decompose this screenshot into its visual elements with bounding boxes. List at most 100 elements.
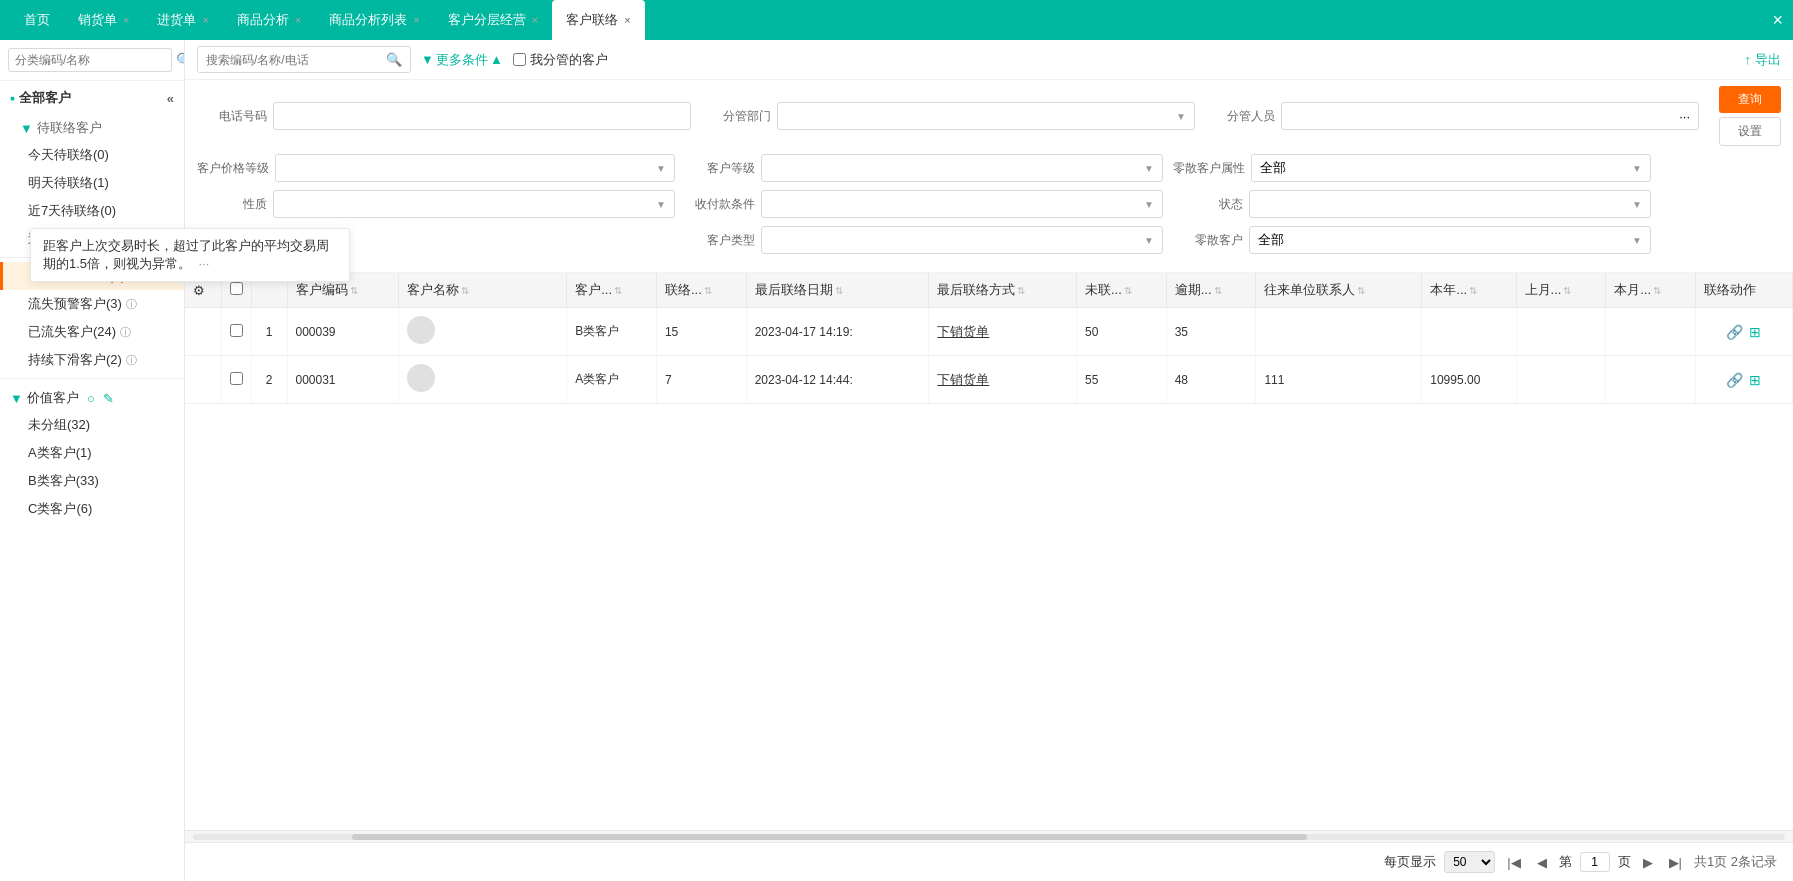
sidebar-item-declining[interactable]: 持续下滑客户(2) ⓘ	[0, 346, 184, 374]
sidebar-item-a-class[interactable]: A类客户(1)	[0, 439, 184, 467]
chevron-down-icon: ▼	[1144, 163, 1154, 174]
export-icon: ↑	[1745, 52, 1752, 67]
close-icon[interactable]: ×	[413, 14, 419, 26]
sidebar-search-input[interactable]	[8, 48, 172, 72]
cell-settings	[185, 308, 221, 356]
close-icon[interactable]: ×	[624, 14, 630, 26]
customer-type-select[interactable]: ▼	[761, 226, 1163, 254]
cell-num: 2	[251, 356, 287, 404]
query-button[interactable]: 查询	[1719, 86, 1781, 113]
next-page-button[interactable]: ▶	[1639, 853, 1657, 872]
sidebar-all-customers[interactable]: ▪ 全部客户 «	[0, 81, 184, 115]
sidebar-item-churned[interactable]: 已流失客户(24) ⓘ	[0, 318, 184, 346]
cell-last-date: 2023-04-12 14:44:	[746, 356, 929, 404]
row-checkbox[interactable]	[230, 372, 243, 385]
search-button[interactable]: 🔍	[378, 47, 410, 72]
customer-grade-select[interactable]: ▼	[761, 154, 1163, 182]
search-input[interactable]	[198, 48, 378, 72]
retail-attr-select[interactable]: 全部 ▼	[1251, 154, 1651, 182]
phone-input[interactable]	[273, 102, 691, 130]
avatar	[407, 364, 435, 392]
scroll-thumb[interactable]	[352, 834, 1307, 840]
sidebar-item-c-class[interactable]: C类客户(6)	[0, 495, 184, 523]
col-last-month: 上月... ⇅	[1516, 273, 1606, 308]
sidebar-item-tomorrow[interactable]: 明天待联络(1)	[0, 169, 184, 197]
cell-this-month	[1606, 356, 1696, 404]
cell-this-year	[1422, 308, 1516, 356]
nature-select[interactable]: ▼	[273, 190, 675, 218]
chevron-down-icon: ▲	[490, 52, 503, 67]
my-customers-checkbox-label[interactable]: 我分管的客户	[513, 51, 608, 69]
nav-item-customer-contact[interactable]: 客户联络 ×	[552, 0, 644, 40]
sidebar-item-today[interactable]: 今天待联络(0)	[0, 141, 184, 169]
edit-icon[interactable]: ○	[87, 391, 95, 406]
col-overdue: 逾期... ⇅	[1166, 273, 1256, 308]
last-page-button[interactable]: ▶|	[1665, 853, 1686, 872]
close-icon[interactable]: ×	[295, 14, 301, 26]
filter-rows: 电话号码 分管部门 ▼ 分管人员 ···	[185, 80, 1793, 273]
sort-icon: ⇅	[1214, 285, 1222, 296]
settings-button[interactable]: 设置	[1719, 117, 1781, 146]
avatar	[407, 316, 435, 344]
settings-icon[interactable]: ⚙	[193, 283, 205, 298]
filter-cell-price-grade: 客户价格等级 ▼	[197, 154, 675, 182]
first-page-button[interactable]: |◀	[1503, 853, 1524, 872]
grid-icon[interactable]: ⊞	[1749, 324, 1761, 340]
retail-customer-select[interactable]: 全部 ▼	[1249, 226, 1651, 254]
sort-icon: ⇅	[1357, 285, 1365, 296]
sidebar-search-icon[interactable]: 🔍	[176, 52, 185, 68]
payment-select[interactable]: ▼	[761, 190, 1163, 218]
sidebar-item-ungrouped[interactable]: 未分组(32)	[0, 411, 184, 439]
contact-method-link[interactable]: 下销货单	[937, 372, 989, 387]
nav-item-home[interactable]: 首页	[10, 0, 64, 40]
manager-select[interactable]: ···	[1281, 102, 1699, 130]
cell-overdue: 35	[1166, 308, 1256, 356]
sidebar-pending-group[interactable]: ▼ 待联络客户	[0, 115, 184, 141]
sidebar-item-churn-warning[interactable]: 流失预警客户(3) ⓘ	[0, 290, 184, 318]
filter-cell-customer-grade: 客户等级 ▼	[685, 154, 1163, 182]
nav-item-purchase[interactable]: 进货单 ×	[143, 0, 222, 40]
close-icon[interactable]: ×	[123, 14, 129, 26]
filter-cell-retail-customer: 零散客户 全部 ▼	[1173, 226, 1651, 254]
status-select[interactable]: ▼	[1249, 190, 1651, 218]
export-button[interactable]: ↑ 导出	[1745, 51, 1782, 69]
my-customers-checkbox[interactable]	[513, 53, 526, 66]
nav-item-analysis-list[interactable]: 商品分析列表 ×	[315, 0, 433, 40]
horizontal-scrollbar[interactable]	[185, 830, 1793, 842]
close-icon[interactable]: ×	[202, 14, 208, 26]
chevron-down-icon: ▼	[656, 199, 666, 210]
sidebar-value-group[interactable]: ▼ 价值客户 ○ ✎	[0, 383, 184, 411]
window-close-button[interactable]: ×	[1772, 10, 1783, 31]
per-page-select[interactable]: 10 20 50 100	[1444, 851, 1495, 873]
more-icon: ···	[1679, 109, 1690, 124]
contact-method-link[interactable]: 下销货单	[937, 324, 989, 339]
grid-icon[interactable]: ⊞	[1749, 372, 1761, 388]
collapse-icon[interactable]: «	[167, 91, 174, 106]
row-checkbox[interactable]	[230, 324, 243, 337]
cell-uncontacted: 55	[1076, 356, 1166, 404]
link-icon[interactable]: 🔗	[1726, 324, 1743, 340]
col-actions: 联络动作	[1695, 273, 1792, 308]
select-all-checkbox[interactable]	[230, 282, 243, 295]
sidebar-item-b-class[interactable]: B类客户(33)	[0, 467, 184, 495]
col-contact-person: 往来单位联系人 ⇅	[1256, 273, 1422, 308]
edit2-icon[interactable]: ✎	[103, 391, 114, 406]
dept-select[interactable]: ▼	[777, 102, 1195, 130]
filter-cell-retail-attr: 零散客户属性 全部 ▼	[1173, 154, 1651, 182]
filter-cell-status: 状态 ▼	[1173, 190, 1651, 218]
cell-check	[221, 356, 251, 404]
sidebar-item-7days[interactable]: 近7天待联络(0)	[0, 197, 184, 225]
close-icon[interactable]: ×	[532, 14, 538, 26]
more-conditions-btn[interactable]: ▼ 更多条件 ▲	[421, 51, 503, 69]
nav-item-analysis[interactable]: 商品分析 ×	[223, 0, 315, 40]
nav-item-sales[interactable]: 销货单 ×	[64, 0, 143, 40]
nav-item-customer-tier[interactable]: 客户分层经营 ×	[434, 0, 552, 40]
prev-page-button[interactable]: ◀	[1533, 853, 1551, 872]
price-grade-select[interactable]: ▼	[275, 154, 675, 182]
cell-num: 1	[251, 308, 287, 356]
page-label: 第	[1559, 853, 1572, 871]
chevron-down-icon: ▼	[1632, 199, 1642, 210]
filter-row-2: 客户价格等级 ▼ 客户等级 ▼ 零散客户属性 全部	[197, 154, 1781, 182]
page-input[interactable]	[1580, 852, 1610, 872]
link-icon[interactable]: 🔗	[1726, 372, 1743, 388]
